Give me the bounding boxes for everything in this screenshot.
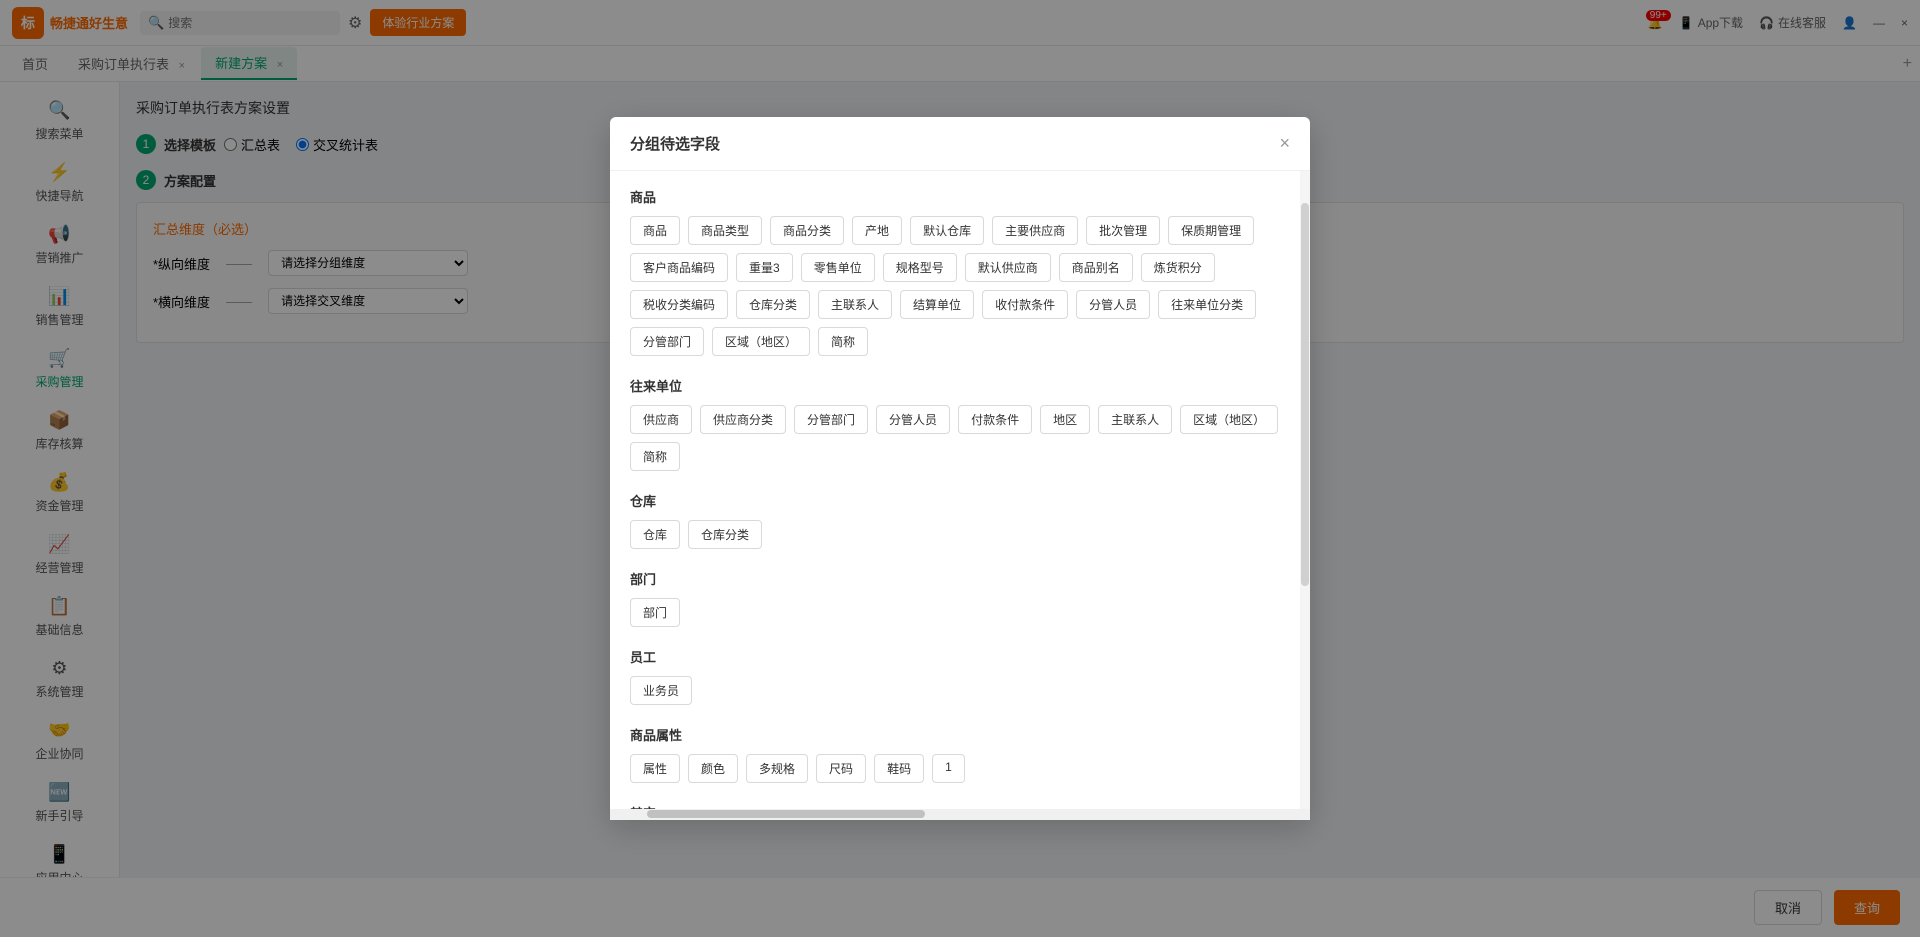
field-selection-dialog: 分组待选字段 × 商品商品商品类型商品分类产地默认仓库主要供应商批次管理保质期管… [610,117,1310,820]
field-tag-0-3[interactable]: 产地 [852,216,902,245]
field-group-title-0: 商品 [630,187,1280,206]
field-group-title-1: 往来单位 [630,376,1280,395]
field-tag-5-2[interactable]: 多规格 [746,754,808,783]
field-group-4: 员工业务员 [630,647,1280,705]
field-tag-1-1[interactable]: 供应商分类 [700,405,786,434]
field-tag-0-24[interactable]: 简称 [818,327,868,356]
field-tag-1-8[interactable]: 简称 [630,442,680,471]
field-group-2: 仓库仓库仓库分类 [630,491,1280,549]
field-tag-1-4[interactable]: 付款条件 [958,405,1032,434]
field-tag-0-14[interactable]: 炼货积分 [1141,253,1215,282]
dialog-body: 商品商品商品类型商品分类产地默认仓库主要供应商批次管理保质期管理客户商品编码重量… [610,171,1300,809]
field-tag-0-23[interactable]: 区域（地区） [712,327,810,356]
field-tags-1: 供应商供应商分类分管部门分管人员付款条件地区主联系人区域（地区） 简称 [630,405,1280,471]
field-group-title-2: 仓库 [630,491,1280,510]
dialog-overlay: 分组待选字段 × 商品商品商品类型商品分类产地默认仓库主要供应商批次管理保质期管… [0,0,1920,937]
field-tags-3: 部门 [630,598,1280,627]
field-group-3: 部门部门 [630,569,1280,627]
field-tag-2-0[interactable]: 仓库 [630,520,680,549]
field-tag-0-7[interactable]: 保质期管理 [1168,216,1254,245]
field-group-title-4: 员工 [630,647,1280,666]
field-tag-0-11[interactable]: 规格型号 [883,253,957,282]
field-group-1: 往来单位供应商供应商分类分管部门分管人员付款条件地区主联系人区域（地区） 简称 [630,376,1280,471]
field-tag-0-6[interactable]: 批次管理 [1086,216,1160,245]
field-tag-5-1[interactable]: 颜色 [688,754,738,783]
field-tag-1-5[interactable]: 地区 [1040,405,1090,434]
field-tag-0-19[interactable]: 收付款条件 [982,290,1068,319]
dialog-close-button[interactable]: × [1279,133,1290,154]
hscroll-thumb [647,810,925,818]
field-group-title-5: 商品属性 [630,725,1280,744]
field-tag-0-2[interactable]: 商品分类 [770,216,844,245]
field-tag-1-0[interactable]: 供应商 [630,405,692,434]
field-tag-1-7[interactable]: 区域（地区） [1180,405,1278,434]
field-tag-5-4[interactable]: 鞋码 [874,754,924,783]
field-tag-0-0[interactable]: 商品 [630,216,680,245]
horizontal-scrollbar[interactable] [610,809,1310,820]
field-tag-4-0[interactable]: 业务员 [630,676,692,705]
field-tag-0-12[interactable]: 默认供应商 [965,253,1051,282]
field-tag-1-6[interactable]: 主联系人 [1098,405,1172,434]
field-tag-0-13[interactable]: 商品别名 [1059,253,1133,282]
field-tags-5: 属性颜色多规格尺码鞋码 1 [630,754,1280,783]
dialog-header: 分组待选字段 × [610,117,1310,171]
dialog-scroll-thumb [1301,203,1309,586]
field-tag-0-17[interactable]: 主联系人 [818,290,892,319]
field-tag-0-16[interactable]: 仓库分类 [736,290,810,319]
field-tags-0: 商品商品类型商品分类产地默认仓库主要供应商批次管理保质期管理客户商品编码重量3 零… [630,216,1280,356]
field-tag-5-3[interactable]: 尺码 [816,754,866,783]
field-tag-5-0[interactable]: 属性 [630,754,680,783]
field-tag-0-15[interactable]: 税收分类编码 [630,290,728,319]
field-tags-2: 仓库仓库分类 [630,520,1280,549]
field-group-0: 商品商品商品类型商品分类产地默认仓库主要供应商批次管理保质期管理客户商品编码重量… [630,187,1280,356]
field-tag-0-8[interactable]: 客户商品编码 [630,253,728,282]
field-tag-0-22[interactable]: 分管部门 [630,327,704,356]
field-tag-0-20[interactable]: 分管人员 [1076,290,1150,319]
field-tag-0-18[interactable]: 结算单位 [900,290,974,319]
field-tag-0-9[interactable]: 重量3 [736,253,793,282]
field-tag-0-5[interactable]: 主要供应商 [992,216,1078,245]
field-tag-0-21[interactable]: 往来单位分类 [1158,290,1256,319]
field-tag-0-1[interactable]: 商品类型 [688,216,762,245]
field-tag-2-1[interactable]: 仓库分类 [688,520,762,549]
field-tag-5-5[interactable]: 1 [932,754,965,783]
field-tags-4: 业务员 [630,676,1280,705]
field-tag-0-10[interactable]: 零售单位 [801,253,875,282]
field-tag-3-0[interactable]: 部门 [630,598,680,627]
field-group-title-3: 部门 [630,569,1280,588]
field-group-5: 商品属性属性颜色多规格尺码鞋码 1 [630,725,1280,783]
field-tag-0-4[interactable]: 默认仓库 [910,216,984,245]
dialog-title: 分组待选字段 [630,133,720,154]
field-tag-1-3[interactable]: 分管人员 [876,405,950,434]
dialog-scrollbar[interactable] [1300,171,1310,809]
field-tag-1-2[interactable]: 分管部门 [794,405,868,434]
